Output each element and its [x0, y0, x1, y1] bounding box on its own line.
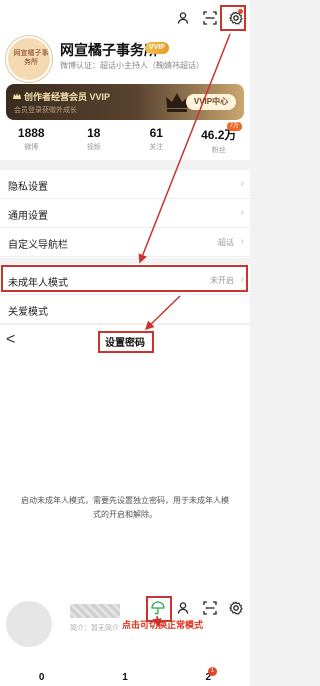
menu-item-custom-nav[interactable]: 自定义导航栏 超话 › — [0, 228, 250, 257]
followers-pill: 7万 — [226, 122, 242, 131]
password-screen: < — [0, 325, 250, 595]
username-blurred — [70, 604, 120, 618]
scan-icon[interactable] — [202, 10, 218, 26]
vip-center-button[interactable]: VVIP中心 — [186, 94, 236, 110]
switch-mode-hint: 点击可切换正常模式 — [122, 620, 204, 630]
menu-item-privacy[interactable]: 隐私设置 › — [0, 170, 250, 199]
vip-banner-title: 创作者经营会员 VVIP — [24, 92, 111, 102]
stat-posts[interactable]: 1888 微博 — [0, 126, 63, 155]
password-description: 启动未成年人模式，需要先设置独立密码，用于未成年人模式的开启和解除。 — [21, 496, 229, 519]
profile-intro: 简介：暂无简介 — [70, 625, 119, 632]
gear-icon[interactable] — [228, 600, 244, 616]
chevron-right-icon: › — [240, 178, 244, 189]
settings-menu: 隐私设置 › 通用设置 › 自定义导航栏 超话 › — [0, 170, 250, 258]
verification-text: 微博认证：超话小主持人（鞠婧祎超话） — [60, 61, 204, 70]
vip-banner-subtitle: 会员登录获赠外成长 — [14, 107, 77, 114]
stat-videos[interactable]: 18 视频 — [63, 126, 126, 155]
vip-banner[interactable]: 创作者经营会员 VVIP 会员登录获赠外成长 VVIP中心 — [6, 84, 244, 120]
minor-mode-highlight-box — [1, 265, 248, 292]
avatar-blurred — [6, 601, 52, 647]
add-friend-icon[interactable] — [176, 600, 192, 616]
vip-badge: VVIP — [145, 42, 169, 54]
notification-dot — [238, 9, 243, 14]
bottom-stat-0[interactable]: 0 — [0, 672, 83, 683]
profile-panel: 网宣橘子事务所 网宣橘子事务所 VVIP 微博认证：超话小主持人（鞠婧祎超话） … — [0, 0, 250, 160]
notification-badge: 1 — [208, 667, 217, 676]
bottom-stat-1[interactable]: 1 — [83, 672, 166, 683]
avatar[interactable]: 网宣橘子事务所 — [6, 36, 52, 82]
username: 网宣橘子事务所 — [60, 42, 158, 58]
menu-item-general[interactable]: 通用设置 › — [0, 199, 250, 228]
avatar-text: 网宣橘子事务所 — [13, 49, 49, 66]
password-title-highlight-box — [98, 331, 154, 353]
stat-followers[interactable]: 46.2万 粉丝 — [188, 126, 251, 155]
stat-following[interactable]: 61 关注 — [125, 126, 188, 155]
scan-icon[interactable] — [202, 600, 218, 616]
chevron-right-icon: › — [240, 236, 244, 247]
menu-item-care-mode[interactable]: 关爱模式 — [0, 295, 250, 324]
crown-icon — [13, 93, 21, 99]
stats-row: 1888 微博 18 视频 61 关注 46.2万 粉丝 — [0, 126, 250, 155]
add-friend-icon[interactable] — [176, 10, 192, 26]
chevron-right-icon: › — [240, 207, 244, 218]
